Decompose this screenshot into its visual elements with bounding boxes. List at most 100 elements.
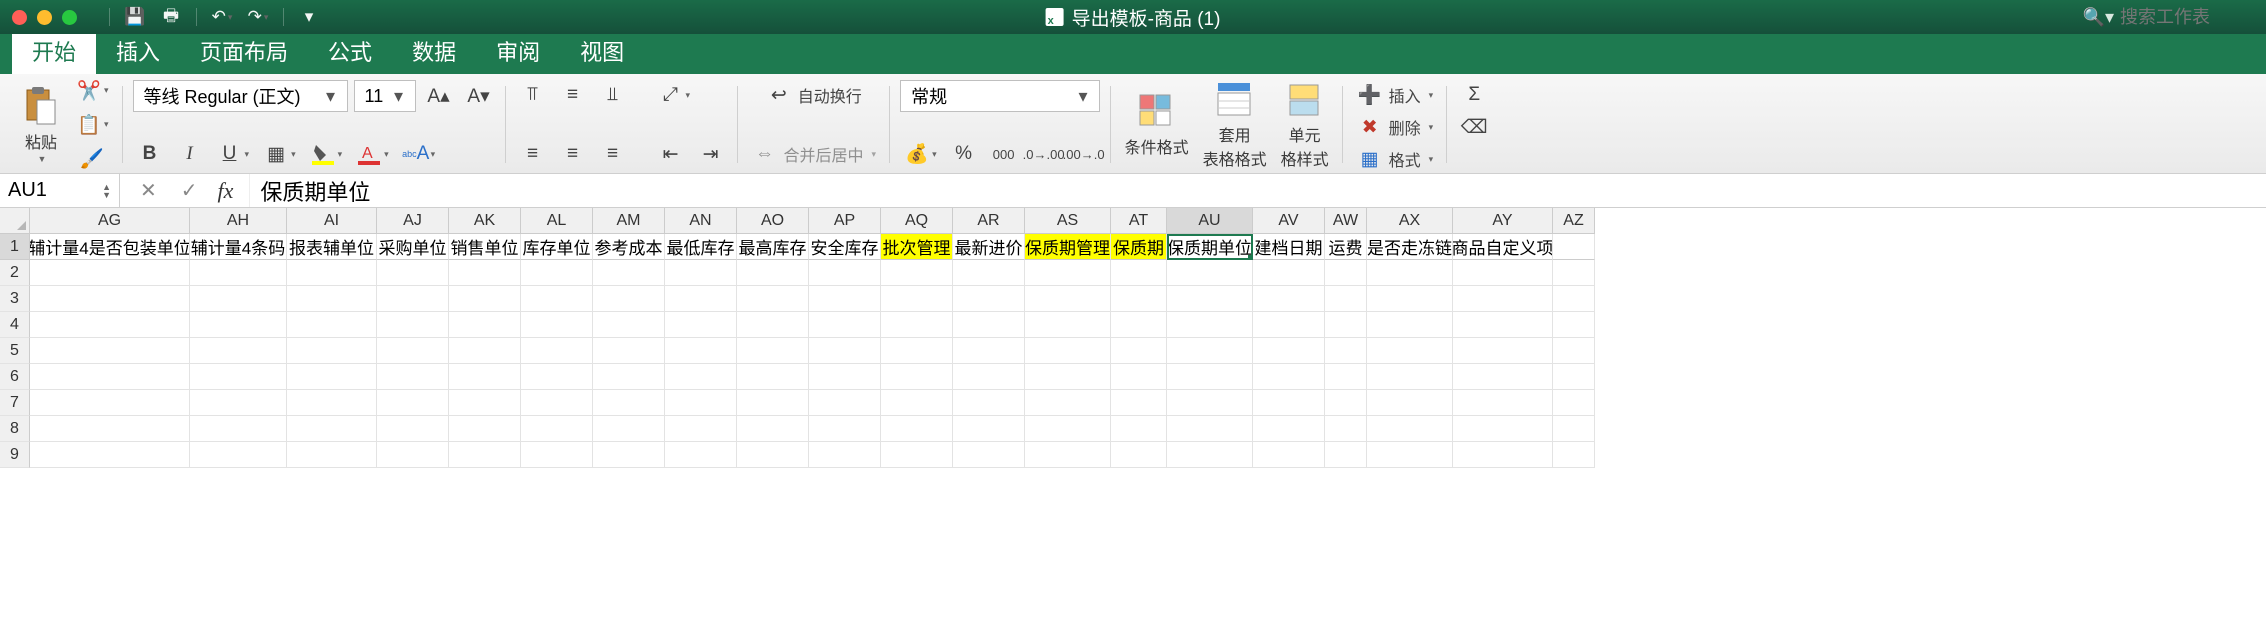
column-header-AS[interactable]: AS (1025, 208, 1111, 234)
cell-AQ3[interactable] (881, 286, 953, 312)
cell-AR9[interactable] (953, 442, 1025, 468)
cell-AU9[interactable] (1167, 442, 1253, 468)
cell-AW4[interactable] (1325, 312, 1367, 338)
cell-AY4[interactable] (1453, 312, 1553, 338)
cell-AU5[interactable] (1167, 338, 1253, 364)
enter-formula-button[interactable]: ✓ (177, 176, 202, 205)
column-header-AV[interactable]: AV (1253, 208, 1325, 234)
cell-AO7[interactable] (737, 390, 809, 416)
cell-AJ2[interactable] (377, 260, 449, 286)
cell-AJ7[interactable] (377, 390, 449, 416)
column-header-AR[interactable]: AR (953, 208, 1025, 234)
tab-审阅[interactable]: 审阅 (476, 27, 560, 74)
cell-AT3[interactable] (1111, 286, 1167, 312)
cell-AL3[interactable] (521, 286, 593, 312)
underline-button[interactable]: U▾ (213, 139, 254, 169)
cell-AU3[interactable] (1167, 286, 1253, 312)
cell-AZ2[interactable] (1553, 260, 1595, 286)
tab-插入[interactable]: 插入 (96, 27, 180, 74)
cell-AN9[interactable] (665, 442, 737, 468)
cell-AG3[interactable] (30, 286, 190, 312)
cell-AH9[interactable] (190, 442, 287, 468)
cell-AH5[interactable] (190, 338, 287, 364)
zoom-window-button[interactable] (62, 10, 77, 25)
cell-AV6[interactable] (1253, 364, 1325, 390)
cell-AT4[interactable] (1111, 312, 1167, 338)
merge-center-button[interactable]: ⇔合并后居中▾ (748, 139, 881, 169)
cell-AQ2[interactable] (881, 260, 953, 286)
cell-AR5[interactable] (953, 338, 1025, 364)
cell-AN2[interactable] (665, 260, 737, 286)
cell-AV5[interactable] (1253, 338, 1325, 364)
format-painter-button[interactable]: 🖌️ (72, 144, 113, 174)
cell-AK5[interactable] (449, 338, 521, 364)
accounting-format-button[interactable]: 💰▾ (900, 139, 941, 169)
cell-AK7[interactable] (449, 390, 521, 416)
cell-AP4[interactable] (809, 312, 881, 338)
cell-styles-button[interactable]: 单元 格样式 (1277, 77, 1333, 172)
cell-AX8[interactable] (1367, 416, 1453, 442)
align-top-button[interactable]: ⫪ (516, 80, 550, 110)
cell-AN8[interactable] (665, 416, 737, 442)
align-right-button[interactable]: ≡ (596, 139, 630, 169)
cell-AY9[interactable] (1453, 442, 1553, 468)
cell-AQ9[interactable] (881, 442, 953, 468)
cell-AK3[interactable] (449, 286, 521, 312)
border-button[interactable]: ▦▾ (259, 139, 300, 169)
cell-AO3[interactable] (737, 286, 809, 312)
cell-AJ8[interactable] (377, 416, 449, 442)
cell-AI9[interactable] (287, 442, 377, 468)
sheet-search-input[interactable] (2120, 7, 2250, 28)
cell-AJ9[interactable] (377, 442, 449, 468)
row-header-9[interactable]: 9 (0, 442, 30, 468)
align-bottom-button[interactable]: ⫫ (596, 80, 630, 110)
column-header-AW[interactable]: AW (1325, 208, 1367, 234)
row-header-2[interactable]: 2 (0, 260, 30, 286)
cell-AM6[interactable] (593, 364, 665, 390)
cell-AU8[interactable] (1167, 416, 1253, 442)
column-header-AN[interactable]: AN (665, 208, 737, 234)
column-header-AZ[interactable]: AZ (1553, 208, 1595, 234)
cell-AI5[interactable] (287, 338, 377, 364)
cell-AU1[interactable]: 保质期单位 (1167, 234, 1253, 260)
row-header-6[interactable]: 6 (0, 364, 30, 390)
decrease-indent-button[interactable]: ⇤ (654, 139, 688, 169)
cell-AQ4[interactable] (881, 312, 953, 338)
percent-button[interactable]: % (947, 139, 981, 169)
cell-AS7[interactable] (1025, 390, 1111, 416)
autosum-button[interactable]: Σ (1457, 80, 1491, 110)
cell-AL1[interactable]: 库存单位 (521, 234, 593, 260)
name-box[interactable]: AU1 ▲▼ (0, 174, 120, 207)
cell-AG8[interactable] (30, 416, 190, 442)
format-as-table-button[interactable]: 套用 表格格式 (1199, 77, 1271, 172)
cell-AX1[interactable]: 是否走冻链 (1367, 234, 1453, 260)
cell-AO8[interactable] (737, 416, 809, 442)
row-header-4[interactable]: 4 (0, 312, 30, 338)
column-header-AJ[interactable]: AJ (377, 208, 449, 234)
cell-AS9[interactable] (1025, 442, 1111, 468)
cell-AS3[interactable] (1025, 286, 1111, 312)
sheet-search[interactable]: 🔍▾ (2083, 7, 2266, 28)
cell-AP7[interactable] (809, 390, 881, 416)
font-color-button[interactable]: A▾ (352, 139, 393, 169)
print-button[interactable]: 🖶 (160, 6, 182, 28)
cell-AP2[interactable] (809, 260, 881, 286)
cell-AV9[interactable] (1253, 442, 1325, 468)
cell-AK8[interactable] (449, 416, 521, 442)
cell-AK9[interactable] (449, 442, 521, 468)
cell-AP3[interactable] (809, 286, 881, 312)
cell-AW8[interactable] (1325, 416, 1367, 442)
cell-AR7[interactable] (953, 390, 1025, 416)
close-window-button[interactable] (12, 10, 27, 25)
minimize-window-button[interactable] (37, 10, 52, 25)
comma-button[interactable]: 000 (987, 139, 1021, 169)
cell-AW5[interactable] (1325, 338, 1367, 364)
cell-AQ6[interactable] (881, 364, 953, 390)
cell-AX4[interactable] (1367, 312, 1453, 338)
cell-AV1[interactable]: 建档日期 (1253, 234, 1325, 260)
row-header-8[interactable]: 8 (0, 416, 30, 442)
cell-AM2[interactable] (593, 260, 665, 286)
cell-AN7[interactable] (665, 390, 737, 416)
cell-AH1[interactable]: 辅计量4条码 (190, 234, 287, 260)
align-left-button[interactable]: ≡ (516, 139, 550, 169)
